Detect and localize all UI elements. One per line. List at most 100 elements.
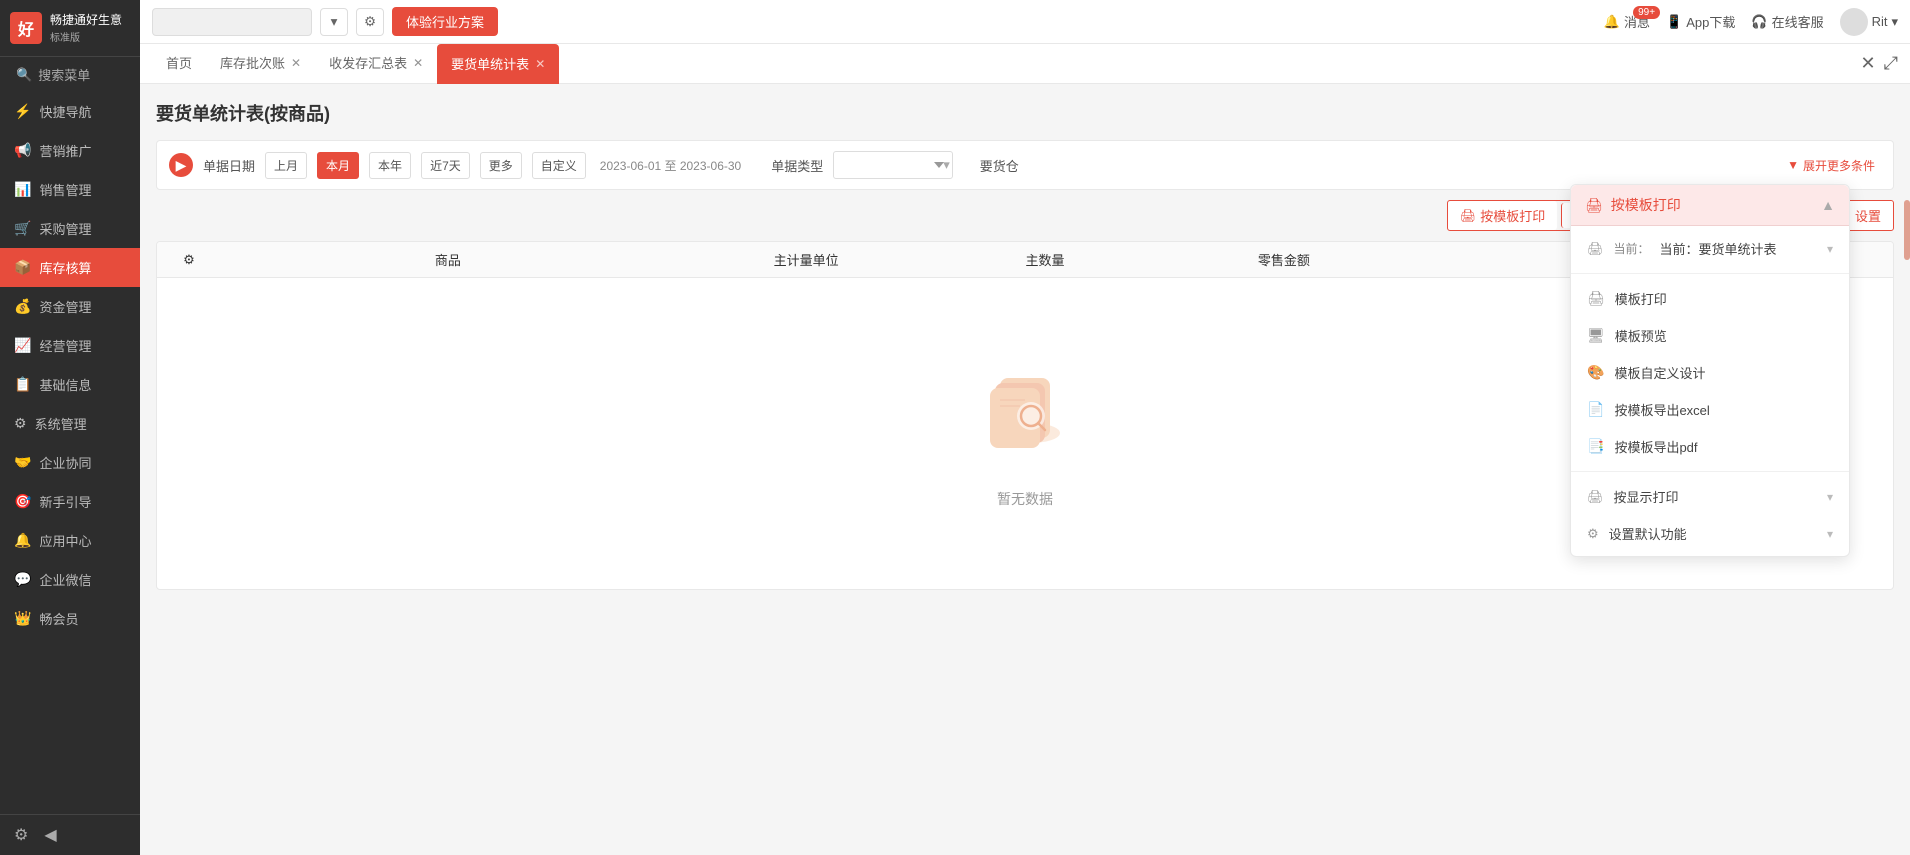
sidebar-item-label: 库存核算 — [39, 258, 91, 277]
sidebar-item-guide[interactable]: 🎯 新手引导 — [0, 482, 140, 521]
tab-order-stats-close[interactable]: ✕ — [535, 57, 545, 71]
default-func-btn[interactable]: ⚙ 设置默认功能 ▾ — [1571, 515, 1849, 552]
inventory-icon: 📦 — [14, 259, 31, 276]
date-filter-label: 单据日期 — [203, 156, 255, 175]
default-func-label: 设置默认功能 — [1609, 524, 1687, 543]
current-template-icon: 🖨 — [1587, 241, 1604, 257]
template-print-btn[interactable]: 🖨 模板打印 — [1571, 280, 1849, 317]
date-btn-7days[interactable]: 近7天 — [421, 152, 470, 179]
topbar: ▾ ⚙ 体验行业方案 🔔 消息 99+ 📱 App下载 🎧 在线客服 Rit ▾ — [140, 0, 1910, 44]
notifications-btn[interactable]: 🔔 消息 99+ — [1604, 12, 1650, 31]
tab-maximize-btn[interactable]: ⤢ — [1884, 53, 1898, 74]
user-menu-btn[interactable]: Rit ▾ — [1840, 8, 1898, 36]
print-template-btn[interactable]: 🖨 按模板打印 — [1448, 201, 1558, 230]
sidebar-item-label: 企业微信 — [39, 570, 91, 589]
settings-label: 设置 — [1855, 206, 1881, 225]
sidebar-item-label: 企业协同 — [39, 453, 91, 472]
date-range-display: 2023-06-01 至 2023-06-30 — [600, 157, 741, 174]
expand-filter-btn[interactable]: ▼ 展开更多条件 — [1781, 155, 1881, 176]
date-btn-last-month[interactable]: 上月 — [265, 152, 307, 179]
online-support-btn[interactable]: 🎧 在线客服 — [1751, 12, 1823, 31]
type-filter-select[interactable] — [833, 151, 953, 179]
sidebar-item-sales[interactable]: 📊 销售管理 — [0, 170, 140, 209]
appstore-icon: 🔔 — [14, 532, 31, 549]
sidebar-item-finance[interactable]: 💰 资金管理 — [0, 287, 140, 326]
tab-order-stats[interactable]: 要货单统计表 ✕ — [437, 44, 559, 84]
filter-toggle-btn[interactable]: ▶ — [169, 153, 193, 177]
print-dropdown-close-btn[interactable]: ▲ — [1821, 197, 1835, 213]
col-retail-amount: 零售金额 — [1164, 250, 1403, 269]
topbar-dropdown-btn[interactable]: ▾ — [320, 8, 348, 36]
trial-btn[interactable]: 体验行业方案 — [392, 7, 498, 36]
sidebar-item-basic[interactable]: 📋 基础信息 — [0, 365, 140, 404]
date-btn-this-year[interactable]: 本年 — [369, 152, 411, 179]
tab-home-label: 首页 — [166, 53, 192, 72]
sidebar-item-appstore[interactable]: 🔔 应用中心 — [0, 521, 140, 560]
print-dropdown-current-section: 🖨 当前： 当前：要货单统计表 ▾ — [1571, 226, 1849, 271]
empty-icon — [975, 358, 1075, 477]
sidebar-item-label: 资金管理 — [39, 297, 91, 316]
sales-icon: 📊 — [14, 181, 31, 198]
print-dropdown: 🖨 按模板打印 ▲ 🖨 当前： 当前：要货单统计表 ▾ — [1570, 184, 1850, 557]
template-preview-btn[interactable]: 🖥 模板预览 — [1571, 317, 1849, 354]
date-btn-custom[interactable]: 自定义 — [532, 152, 586, 179]
sidebar-item-inventory[interactable]: 📦 库存核算 — [0, 248, 140, 287]
tabs-bar: 首页 库存批次账 ✕ 收发存汇总表 ✕ 要货单统计表 ✕ ✕ ⤢ — [140, 44, 1910, 84]
col-settings[interactable]: ⚙ — [169, 252, 209, 268]
app-download-label: App下载 — [1686, 12, 1735, 31]
default-func-icon: ⚙ — [1587, 526, 1599, 542]
system-icon: ⚙ — [14, 415, 27, 432]
collab-icon: 🤝 — [14, 454, 31, 471]
empty-text: 暂无数据 — [997, 489, 1053, 509]
template-export-excel-btn[interactable]: 📄 按模板导出excel — [1571, 391, 1849, 428]
print-current-template-btn[interactable]: 🖨 当前： 当前：要货单统计表 ▾ — [1571, 230, 1849, 267]
app-logo: 好 畅捷通好生意 标准版 — [0, 0, 140, 57]
filter-row: ▶ 单据日期 上月 本月 本年 近7天 更多 自定义 2023-06-01 至 … — [169, 151, 1881, 179]
right-scrollbar[interactable] — [1904, 200, 1910, 260]
tab-close-all-btn[interactable]: ✕ — [1861, 53, 1876, 74]
sidebar-item-label: 基础信息 — [39, 375, 91, 394]
tab-receipt-summary[interactable]: 收发存汇总表 ✕ — [315, 44, 437, 84]
sidebar-item-label: 营销推广 — [39, 141, 91, 160]
app-version: 标准版 — [50, 29, 122, 44]
display-print-btn[interactable]: 🖨 按显示打印 ▾ — [1571, 478, 1849, 515]
date-btn-this-month[interactable]: 本月 — [317, 152, 359, 179]
search-menu[interactable]: 🔍 搜索菜单 — [0, 57, 140, 92]
member-icon: 👑 — [14, 610, 31, 627]
sidebar-item-system[interactable]: ⚙ 系统管理 — [0, 404, 140, 443]
sidebar-item-marketing[interactable]: 📢 营销推广 — [0, 131, 140, 170]
date-btn-more[interactable]: 更多 — [480, 152, 522, 179]
sidebar-item-member[interactable]: 👑 畅会员 — [0, 599, 140, 638]
tabs-actions: ✕ ⤢ — [1861, 53, 1899, 74]
bell-icon: 🔔 — [1604, 14, 1620, 30]
sidebar-item-collab[interactable]: 🤝 企业协同 — [0, 443, 140, 482]
tab-batch-account-close[interactable]: ✕ — [291, 56, 301, 70]
display-print-label: 按显示打印 — [1614, 487, 1679, 506]
sidebar-item-quick-nav[interactable]: ⚡ 快捷导航 — [0, 92, 140, 131]
sidebar-collapse-btn[interactable]: ◀ — [44, 825, 56, 845]
marketing-icon: 📢 — [14, 142, 31, 159]
headset-icon: 🎧 — [1751, 14, 1767, 30]
tab-batch-account-label: 库存批次账 — [220, 53, 285, 72]
topbar-gear-btn[interactable]: ⚙ — [356, 8, 384, 36]
sidebar-settings-btn[interactable]: ⚙ — [14, 825, 28, 845]
template-design-btn[interactable]: 🎨 模板自定义设计 — [1571, 354, 1849, 391]
empty-illustration — [975, 358, 1075, 458]
sidebar-item-label: 经营管理 — [39, 336, 91, 355]
template-export-pdf-btn[interactable]: 📑 按模板导出pdf — [1571, 428, 1849, 465]
divider-1 — [1571, 273, 1849, 274]
sidebar-item-label: 系统管理 — [35, 414, 87, 433]
guide-icon: 🎯 — [14, 493, 31, 510]
display-print-icon: 🖨 — [1587, 489, 1604, 505]
tab-receipt-summary-close[interactable]: ✕ — [413, 56, 423, 70]
topbar-search-input[interactable] — [152, 8, 312, 36]
tab-home[interactable]: 首页 — [152, 44, 206, 84]
sidebar-item-operations[interactable]: 📈 经营管理 — [0, 326, 140, 365]
sidebar-item-wechat[interactable]: 💬 企业微信 — [0, 560, 140, 599]
template-export-pdf-label: 按模板导出pdf — [1614, 437, 1697, 456]
app-download-btn[interactable]: 📱 App下载 — [1666, 12, 1735, 31]
sidebar-item-purchase[interactable]: 🛒 采购管理 — [0, 209, 140, 248]
tab-batch-account[interactable]: 库存批次账 ✕ — [206, 44, 315, 84]
template-export-excel-icon: 📄 — [1587, 401, 1604, 418]
warehouse-filter-label: 要货仓 — [980, 156, 1019, 175]
